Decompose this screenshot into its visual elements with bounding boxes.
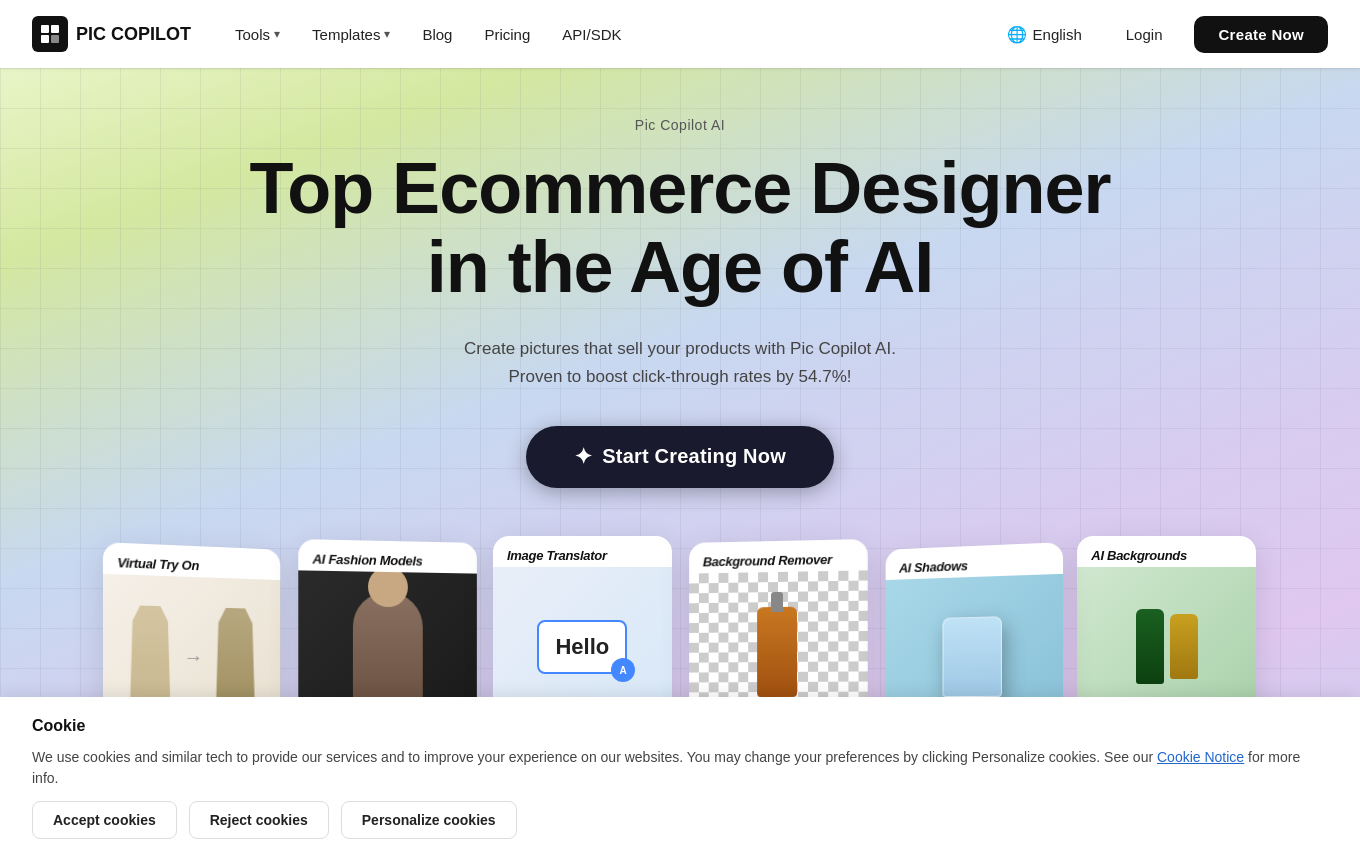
cookie-banner: Cookie We use cookies and similar tech t… [0, 697, 1360, 859]
nav-api[interactable]: API/SDK [550, 18, 633, 51]
nav-right: 🌐 English Login Create Now [995, 16, 1328, 53]
model-illustration [353, 591, 423, 712]
nav-links: Tools ▾ Templates ▾ Blog Pricing API/SDK [223, 18, 633, 51]
language-selector[interactable]: 🌐 English [995, 19, 1094, 50]
hero-badge: Pic Copilot AI [635, 117, 725, 133]
svg-rect-2 [41, 35, 49, 43]
feature-label: Background Remover [689, 539, 867, 574]
hero-content: Pic Copilot AI Top Ecommerce Designer in… [250, 116, 1111, 488]
accept-cookies-button[interactable]: Accept cookies [32, 801, 177, 839]
gold-bottle-illustration [1170, 614, 1198, 679]
green-bottle-illustration [1136, 609, 1164, 684]
reject-cookies-button[interactable]: Reject cookies [189, 801, 329, 839]
language-label: English [1033, 26, 1082, 43]
feature-label: AI Backgrounds [1077, 536, 1256, 567]
svg-rect-3 [51, 35, 59, 43]
cookie-title: Cookie [32, 717, 1328, 735]
dress-illustration [125, 605, 176, 707]
nav-left: PIC COPILOT Tools ▾ Templates ▾ Blog Pri… [32, 16, 634, 52]
nav-tools[interactable]: Tools ▾ [223, 18, 292, 51]
perfume-illustration [943, 616, 1002, 697]
feature-label: AI Fashion Models [298, 539, 476, 574]
hero-subtitle: Create pictures that sell your products … [250, 335, 1111, 389]
personalize-cookies-button[interactable]: Personalize cookies [341, 801, 517, 839]
globe-icon: 🌐 [1007, 25, 1027, 44]
chevron-down-icon: ▾ [274, 27, 280, 41]
hero-title: Top Ecommerce Designer in the Age of AI [250, 149, 1111, 307]
nav-blog[interactable]: Blog [410, 18, 464, 51]
cookie-notice-link[interactable]: Cookie Notice [1157, 749, 1244, 765]
logo-text: PIC COPILOT [76, 24, 191, 45]
feature-label: Image Translator [493, 536, 672, 567]
svg-rect-0 [41, 25, 49, 33]
cookie-buttons: Accept cookies Reject cookies Personaliz… [32, 801, 1328, 839]
sparkle-icon: ✦ [574, 444, 592, 470]
logo-icon [32, 16, 68, 52]
create-now-button[interactable]: Create Now [1194, 16, 1328, 53]
arrow-icon: → [183, 645, 203, 668]
cookie-text: We use cookies and similar tech to provi… [32, 747, 1328, 789]
dress-illustration-after [211, 607, 260, 707]
logo[interactable]: PIC COPILOT [32, 16, 191, 52]
navbar: PIC COPILOT Tools ▾ Templates ▾ Blog Pri… [0, 0, 1360, 68]
login-button[interactable]: Login [1110, 20, 1179, 49]
nav-templates[interactable]: Templates ▾ [300, 18, 402, 51]
nav-pricing[interactable]: Pricing [472, 18, 542, 51]
hello-text-box: Hello A [538, 620, 628, 674]
start-creating-button[interactable]: ✦ Start Creating Now [526, 426, 834, 488]
translate-icon: A [612, 658, 636, 682]
bottle-illustration [757, 606, 797, 696]
svg-rect-1 [51, 25, 59, 33]
chevron-down-icon: ▾ [384, 27, 390, 41]
